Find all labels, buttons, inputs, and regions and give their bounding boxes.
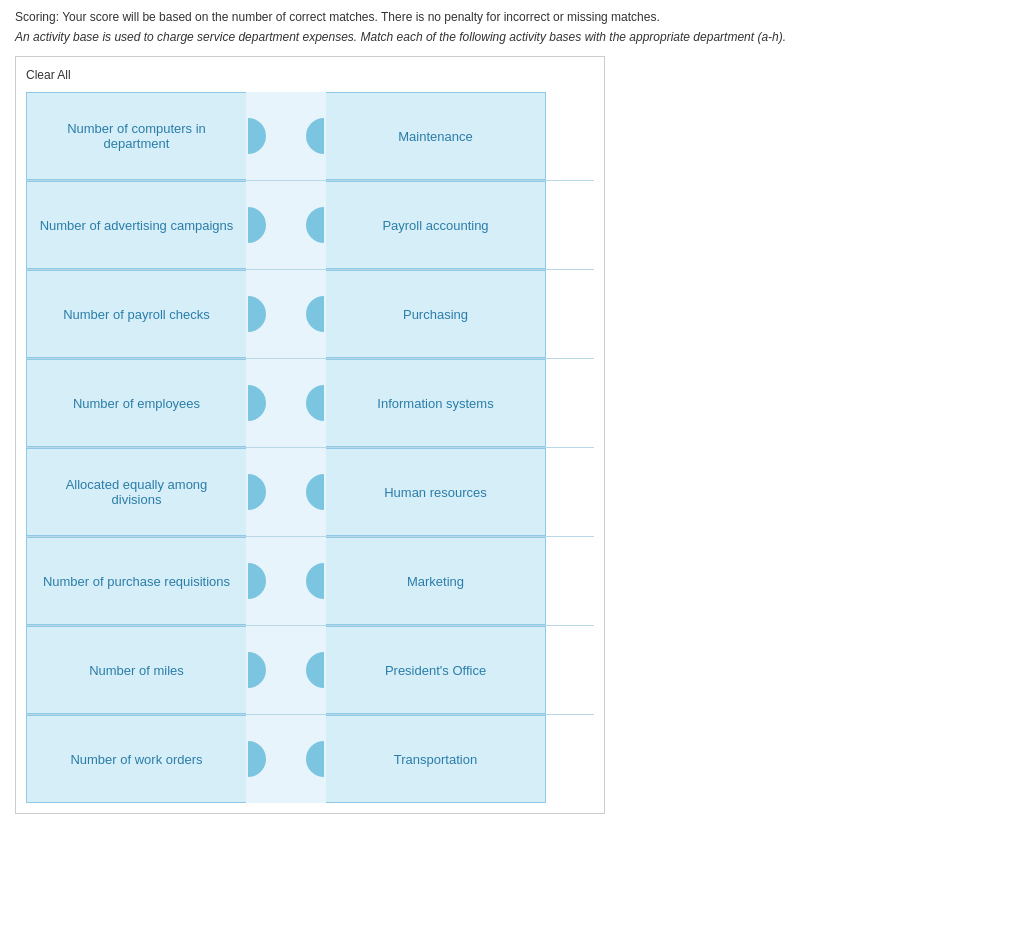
- middle-gap: [268, 181, 304, 269]
- right-card-5[interactable]: Human resources: [326, 448, 546, 536]
- right-arrow-connector: [304, 359, 326, 447]
- middle-gap: [268, 359, 304, 447]
- right-arrow-connector: [304, 626, 326, 714]
- middle-gap: [268, 92, 304, 180]
- right-half-circle: [306, 207, 324, 243]
- right-arrow-connector: [304, 448, 326, 536]
- matching-row: Number of miles President's Office: [26, 626, 594, 715]
- left-card-5[interactable]: Allocated equally among divisions: [26, 448, 246, 536]
- left-card-2[interactable]: Number of advertising campaigns: [26, 181, 246, 269]
- left-card-8[interactable]: Number of work orders: [26, 715, 246, 803]
- left-arrow-connector: [246, 359, 268, 447]
- left-arrow-connector: [246, 448, 268, 536]
- matching-grid: Number of computers in department Mainten…: [26, 92, 594, 803]
- left-arrow-connector: [246, 537, 268, 625]
- right-half-circle: [306, 474, 324, 510]
- right-half-circle: [306, 563, 324, 599]
- left-half-circle: [248, 474, 266, 510]
- middle-gap: [268, 537, 304, 625]
- left-half-circle: [248, 385, 266, 421]
- right-card-8[interactable]: Transportation: [326, 715, 546, 803]
- matching-row: Number of employees Information systems: [26, 359, 594, 448]
- right-half-circle: [306, 296, 324, 332]
- right-arrow-connector: [304, 715, 326, 803]
- right-arrow-connector: [304, 92, 326, 180]
- left-half-circle: [248, 563, 266, 599]
- left-card-1[interactable]: Number of computers in department: [26, 92, 246, 180]
- left-arrow-connector: [246, 181, 268, 269]
- right-card-7[interactable]: President's Office: [326, 626, 546, 714]
- right-arrow-connector: [304, 537, 326, 625]
- right-card-1[interactable]: Maintenance: [326, 92, 546, 180]
- right-card-4[interactable]: Information systems: [326, 359, 546, 447]
- right-half-circle: [306, 118, 324, 154]
- matching-row: Number of work orders Transportation: [26, 715, 594, 803]
- left-arrow-connector: [246, 626, 268, 714]
- left-card-6[interactable]: Number of purchase requisitions: [26, 537, 246, 625]
- right-arrow-connector: [304, 181, 326, 269]
- left-arrow-connector: [246, 92, 268, 180]
- left-card-3[interactable]: Number of payroll checks: [26, 270, 246, 358]
- scoring-text: Scoring: Your score will be based on the…: [15, 10, 1009, 24]
- left-arrow-connector: [246, 270, 268, 358]
- left-half-circle: [248, 741, 266, 777]
- right-half-circle: [306, 385, 324, 421]
- middle-gap: [268, 626, 304, 714]
- matching-row: Allocated equally among divisions Human r…: [26, 448, 594, 537]
- left-half-circle: [248, 207, 266, 243]
- matching-row: Number of purchase requisitions Marketing: [26, 537, 594, 626]
- left-arrow-connector: [246, 715, 268, 803]
- instruction-text: An activity base is used to charge servi…: [15, 30, 1009, 44]
- middle-gap: [268, 448, 304, 536]
- matching-row: Number of payroll checks Purchasing: [26, 270, 594, 359]
- right-card-6[interactable]: Marketing: [326, 537, 546, 625]
- left-half-circle: [248, 296, 266, 332]
- right-card-3[interactable]: Purchasing: [326, 270, 546, 358]
- left-half-circle: [248, 118, 266, 154]
- matching-row: Number of computers in department Mainten…: [26, 92, 594, 181]
- right-arrow-connector: [304, 270, 326, 358]
- left-card-4[interactable]: Number of employees: [26, 359, 246, 447]
- left-half-circle: [248, 652, 266, 688]
- left-card-7[interactable]: Number of miles: [26, 626, 246, 714]
- right-half-circle: [306, 652, 324, 688]
- right-half-circle: [306, 741, 324, 777]
- matching-container: Clear All Number of computers in departm…: [15, 56, 605, 814]
- middle-gap: [268, 715, 304, 803]
- clear-all-button[interactable]: Clear All: [26, 68, 71, 82]
- middle-gap: [268, 270, 304, 358]
- right-card-2[interactable]: Payroll accounting: [326, 181, 546, 269]
- matching-row: Number of advertising campaigns Payroll a…: [26, 181, 594, 270]
